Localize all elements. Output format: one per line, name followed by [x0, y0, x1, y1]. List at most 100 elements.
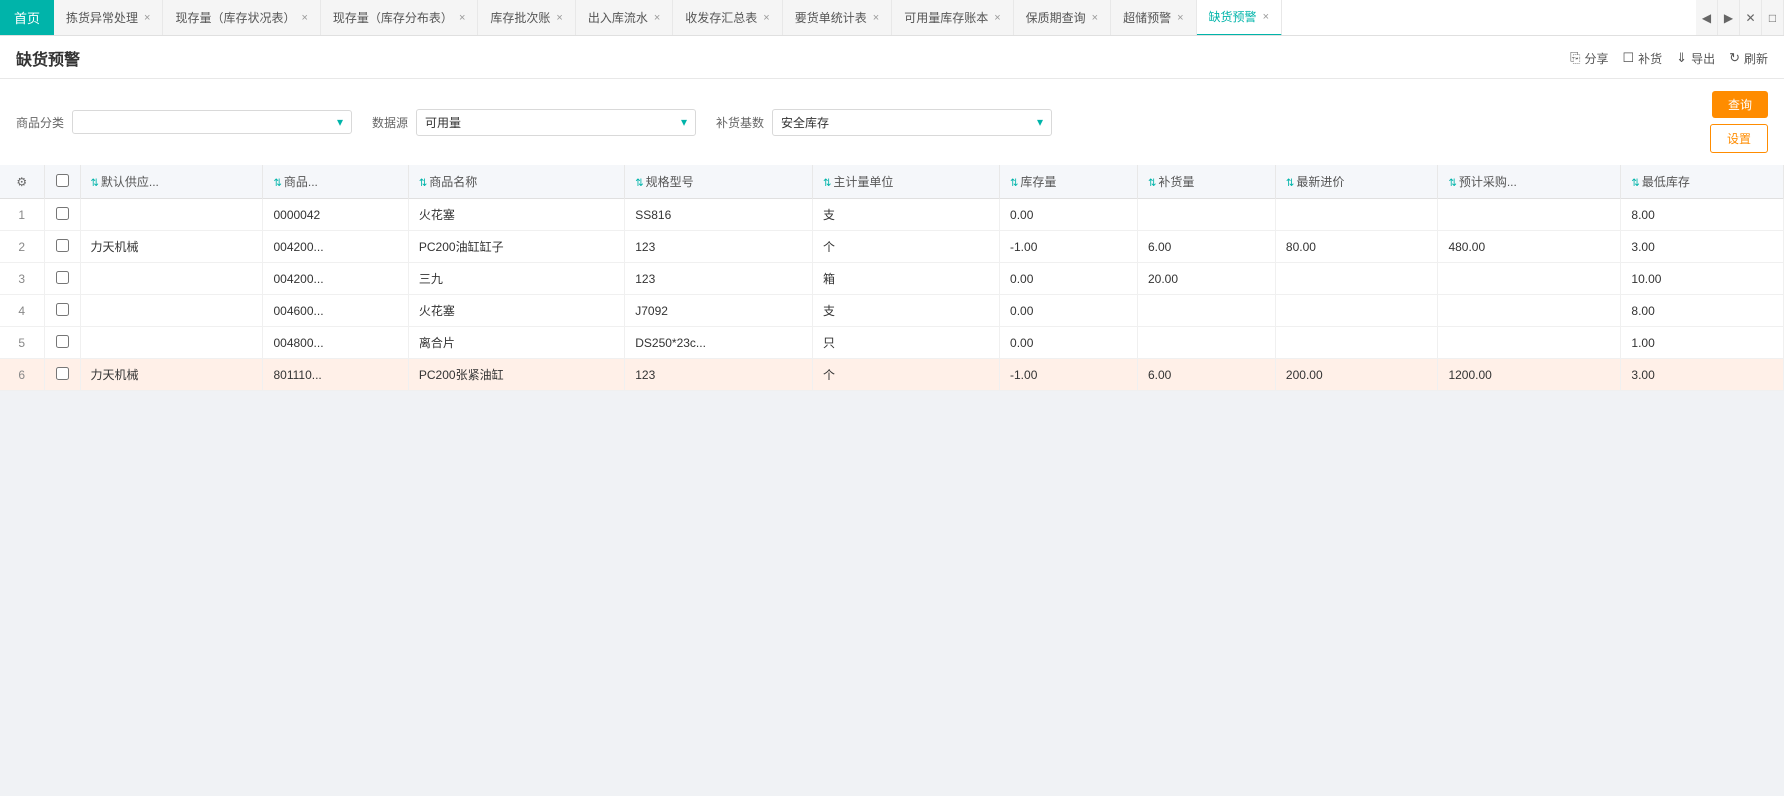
cell-supplier: [80, 263, 263, 295]
cell-replenish_qty: 6.00: [1137, 359, 1275, 391]
cell-stock: 0.00: [1000, 295, 1138, 327]
tab-item-expiry-query[interactable]: 保质期查询 ×: [1014, 0, 1111, 36]
col-header-supplier[interactable]: ⇅默认供应...: [80, 165, 263, 199]
cell-supplier: 力天机械: [80, 231, 263, 263]
tab-close-icon[interactable]: ×: [654, 12, 660, 24]
cell-latest_price: [1275, 263, 1438, 295]
share-icon: ⎘: [1570, 50, 1580, 66]
query-button[interactable]: 查询: [1712, 91, 1768, 118]
tab-close-icon[interactable]: ×: [459, 12, 465, 24]
table-header-row: ⚙⇅默认供应...⇅商品...⇅商品名称⇅规格型号⇅主计量单位⇅库存量⇅补货量⇅…: [0, 165, 1784, 199]
cell-unit: 箱: [812, 263, 999, 295]
tab-item-order-stats[interactable]: 要货单统计表×: [783, 0, 892, 36]
category-value: [81, 115, 84, 129]
tab-label: 保质期查询: [1026, 9, 1086, 26]
cell-replenish_qty: 6.00: [1137, 231, 1275, 263]
row-num: 2: [0, 231, 44, 263]
datasource-select[interactable]: 可用量 ▾: [416, 109, 696, 136]
row-checkbox-cell: [44, 263, 80, 295]
tab-home[interactable]: 首页: [0, 0, 54, 36]
tab-close-icon[interactable]: ×: [1177, 12, 1183, 24]
col-header-latest_price[interactable]: ⇅最新进价: [1275, 165, 1438, 199]
tab-label: 拣货异常处理: [66, 9, 138, 26]
cell-latest_price: [1275, 199, 1438, 231]
tab-item-overstock[interactable]: 超储预警×: [1111, 0, 1196, 36]
replenish-base-label: 补货基数: [716, 114, 764, 131]
export-btn[interactable]: ⇓ 导出: [1676, 50, 1715, 67]
tab-next-btn[interactable]: ▶: [1718, 0, 1740, 36]
replenish-base-arrow-icon: ▾: [1037, 115, 1043, 129]
tab-bar: 首页 拣货异常处理×现存量（库存状况表）×现存量（库存分布表）×库存批次账×出入…: [0, 0, 1784, 36]
select-all-checkbox[interactable]: [56, 174, 69, 187]
replenish-base-value: 安全库存: [781, 114, 829, 131]
row-checkbox[interactable]: [56, 367, 69, 380]
tab-item-exception[interactable]: 拣货异常处理 ×: [54, 0, 163, 36]
refresh-btn[interactable]: ↻ 刷新: [1729, 50, 1768, 67]
cell-spec: 123: [625, 231, 813, 263]
col-header-unit[interactable]: ⇅主计量单位: [812, 165, 999, 199]
tab-label: 库存批次账: [490, 9, 550, 26]
cell-supplier: [80, 295, 263, 327]
tab-item-shortage[interactable]: 缺货预警×: [1197, 0, 1282, 36]
row-checkbox-cell: [44, 327, 80, 359]
tab-close-icon[interactable]: ×: [1092, 12, 1098, 24]
tab-item-inventory-dist[interactable]: 现存量（库存分布表）×: [321, 0, 478, 36]
tab-prev-btn[interactable]: ◀: [1696, 0, 1718, 36]
cell-product_code: 801110...: [263, 359, 408, 391]
cell-est_purchase: [1438, 199, 1621, 231]
cell-product_code: 004200...: [263, 231, 408, 263]
tab-label: 出入库流水: [588, 9, 648, 26]
settings-button[interactable]: 设置: [1710, 124, 1768, 153]
tab-item-batch-account[interactable]: 库存批次账 ×: [478, 0, 575, 36]
row-checkbox[interactable]: [56, 303, 69, 316]
col-header-spec[interactable]: ⇅规格型号: [625, 165, 813, 199]
table-row: 4004600...火花塞J7092支0.008.00: [0, 295, 1784, 327]
replenish-base-filter-group: 补货基数 安全库存 ▾: [716, 109, 1052, 136]
cell-est_purchase: 1200.00: [1438, 359, 1621, 391]
tab-close-icon[interactable]: ×: [1263, 11, 1269, 23]
tab-item-inout-flow[interactable]: 出入库流水 ×: [576, 0, 673, 36]
tab-close-icon[interactable]: ×: [763, 12, 769, 24]
col-header-replenish_qty[interactable]: ⇅补货量: [1137, 165, 1275, 199]
col-header-min_stock[interactable]: ⇅最低库存: [1621, 165, 1784, 199]
row-checkbox[interactable]: [56, 335, 69, 348]
tab-item-available-ledger[interactable]: 可用量库存账本×: [892, 0, 1013, 36]
data-table-container: ⚙⇅默认供应...⇅商品...⇅商品名称⇅规格型号⇅主计量单位⇅库存量⇅补货量⇅…: [0, 165, 1784, 391]
export-icon: ⇓: [1676, 50, 1687, 66]
tab-close-icon[interactable]: ×: [994, 12, 1000, 24]
tab-restore-btn[interactable]: □: [1762, 0, 1784, 36]
row-checkbox[interactable]: [56, 271, 69, 284]
col-header-stock[interactable]: ⇅库存量: [1000, 165, 1138, 199]
share-btn[interactable]: ⎘ 分享: [1570, 50, 1608, 67]
replenish-base-select[interactable]: 安全库存 ▾: [772, 109, 1052, 136]
tab-close-icon[interactable]: ×: [873, 12, 879, 24]
col-header-est_purchase[interactable]: ⇅预计采购...: [1438, 165, 1621, 199]
row-checkbox[interactable]: [56, 207, 69, 220]
row-checkbox[interactable]: [56, 239, 69, 252]
cell-stock: 0.00: [1000, 327, 1138, 359]
replenish-btn[interactable]: ☐ 补货: [1622, 50, 1662, 67]
tab-item-receipt-summary[interactable]: 收发存汇总表×: [673, 0, 782, 36]
page-title: 缺货预警: [16, 46, 80, 70]
category-select[interactable]: ▾: [72, 110, 352, 134]
cell-est_purchase: [1438, 327, 1621, 359]
tab-close-icon[interactable]: ×: [144, 12, 150, 24]
gear-icon[interactable]: ⚙: [16, 175, 27, 189]
sort-icon: ⇅: [91, 178, 99, 189]
cell-stock: 0.00: [1000, 263, 1138, 295]
header-actions: ⎘ 分享 ☐ 补货 ⇓ 导出 ↻ 刷新: [1570, 50, 1768, 67]
cell-supplier: 力天机械: [80, 359, 263, 391]
cell-min_stock: 3.00: [1621, 231, 1784, 263]
sort-icon: ⇅: [1448, 178, 1456, 189]
cell-unit: 支: [812, 295, 999, 327]
cell-spec: J7092: [625, 295, 813, 327]
replenish-icon: ☐: [1622, 50, 1634, 66]
col-header-product_name[interactable]: ⇅商品名称: [408, 165, 624, 199]
tab-close-all-btn[interactable]: ✕: [1740, 0, 1762, 36]
tab-item-inventory-status[interactable]: 现存量（库存状况表）×: [163, 0, 320, 36]
tab-close-icon[interactable]: ×: [556, 12, 562, 24]
col-header-product_code[interactable]: ⇅商品...: [263, 165, 408, 199]
category-arrow-icon: ▾: [337, 115, 343, 129]
cell-product_name: 三九: [408, 263, 624, 295]
tab-close-icon[interactable]: ×: [301, 12, 307, 24]
